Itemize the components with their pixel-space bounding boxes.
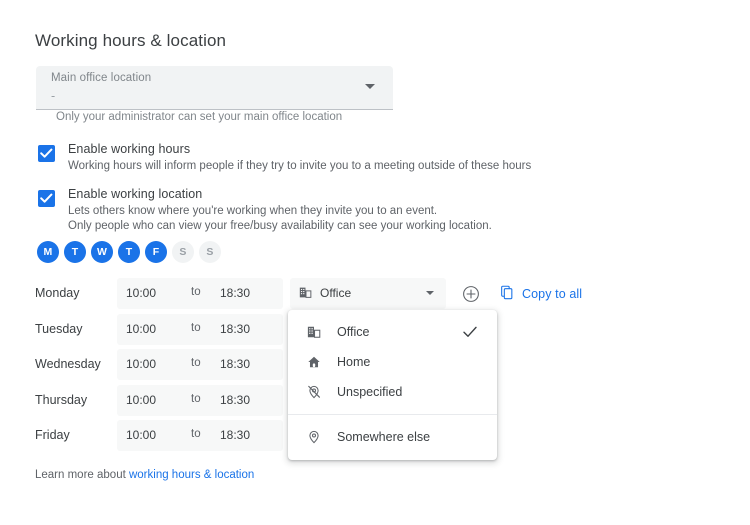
to-label: to [191, 357, 201, 369]
enable-working-location-description-2: Only people who can view your free/busy … [68, 220, 492, 232]
learn-more-prefix: Learn more about [35, 469, 129, 481]
working-hours-location-page: Working hours & location Main office loc… [0, 0, 750, 525]
menu-item-office[interactable]: Office [288, 317, 497, 347]
working-location-value: Office [320, 286, 352, 300]
working-location-menu: Office Home Unspecified Somewhere else [288, 310, 497, 460]
main-office-location-select[interactable]: Main office location - [36, 66, 393, 110]
time-range-field[interactable]: 10:00 to 18:30 [117, 420, 283, 451]
copy-to-all-button[interactable]: Copy to all [500, 285, 582, 303]
working-hours-location-link[interactable]: working hours & location [129, 469, 254, 481]
enable-working-hours-checkbox[interactable] [38, 145, 55, 162]
to-label: to [191, 392, 201, 405]
end-time-input[interactable]: 18:30 [220, 357, 250, 371]
to-label: to [191, 321, 201, 334]
copy-icon [500, 285, 515, 303]
time-range-field[interactable]: 10:00 to 18:30 [117, 349, 283, 380]
copy-to-all-label: Copy to all [522, 287, 583, 301]
day-chip-thursday[interactable]: T [118, 241, 140, 263]
menu-divider [288, 414, 497, 415]
enable-working-location-description-1: Lets others know where you're working wh… [68, 205, 438, 217]
check-icon [463, 325, 477, 343]
enable-working-hours-texts: Enable working hours Working hours will … [68, 141, 531, 174]
enable-working-hours-title: Enable working hours [68, 142, 191, 156]
start-time-input[interactable]: 10:00 [126, 357, 156, 371]
office-building-icon [299, 286, 312, 304]
day-label: Wednesday [35, 357, 101, 371]
day-label: Thursday [35, 392, 88, 407]
time-range-field[interactable]: 10:00 to 18:30 [117, 278, 283, 309]
menu-item-label: Unspecified [337, 385, 403, 399]
page-title: Working hours & location [35, 31, 227, 50]
end-time-input[interactable]: 18:30 [220, 428, 250, 442]
main-office-location-hint: Only your administrator can set your mai… [56, 111, 343, 123]
day-chip-friday[interactable]: F [145, 241, 167, 263]
day-chip-sunday[interactable]: S [199, 241, 221, 263]
main-office-location-label: Main office location [51, 72, 152, 84]
day-label: Monday [35, 286, 80, 300]
to-label: to [191, 286, 201, 298]
location-off-icon [305, 385, 323, 399]
footer-learn-more: Learn more about working hours & locatio… [35, 469, 254, 481]
day-label: Friday [35, 428, 70, 442]
start-time-input[interactable]: 10:00 [126, 393, 156, 407]
location-pin-icon [305, 430, 323, 444]
enable-working-location-title: Enable working location [68, 187, 203, 201]
menu-item-unspecified[interactable]: Unspecified [288, 377, 497, 407]
check-icon [40, 193, 53, 203]
start-time-input[interactable]: 10:00 [126, 428, 156, 442]
enable-working-hours-description: Working hours will inform people if they… [68, 160, 532, 172]
end-time-input[interactable]: 18:30 [220, 322, 250, 336]
day-chips: M T W T F S S [37, 241, 221, 263]
time-range-field[interactable]: 10:00 to 18:30 [117, 384, 283, 416]
table-row: Monday 10:00 to 18:30 Office Copy to all [0, 278, 750, 314]
menu-item-home[interactable]: Home [288, 347, 497, 377]
add-time-block-button[interactable] [462, 285, 480, 308]
enable-working-location-checkbox[interactable] [38, 190, 55, 207]
day-chip-tuesday[interactable]: T [64, 241, 86, 263]
day-chip-saturday[interactable]: S [172, 241, 194, 263]
day-label: Tuesday [35, 321, 83, 336]
chevron-down-icon [426, 291, 434, 295]
start-time-input[interactable]: 10:00 [126, 286, 156, 300]
working-location-dropdown[interactable]: Office [290, 278, 446, 309]
menu-item-somewhere-else[interactable]: Somewhere else [288, 422, 497, 452]
check-icon [40, 148, 53, 158]
home-icon [305, 355, 323, 369]
menu-item-label: Somewhere else [337, 430, 431, 444]
end-time-input[interactable]: 18:30 [220, 393, 250, 407]
menu-item-label: Home [337, 355, 371, 369]
start-time-input[interactable]: 10:00 [126, 322, 156, 336]
office-building-icon [305, 325, 323, 339]
day-chip-monday[interactable]: M [37, 241, 59, 263]
to-label: to [191, 428, 201, 440]
enable-working-location-texts: Enable working location Lets others know… [68, 186, 492, 234]
time-range-field[interactable]: 10:00 to 18:30 [117, 313, 283, 345]
day-chip-wednesday[interactable]: W [91, 241, 113, 263]
menu-item-label: Office [337, 325, 370, 339]
end-time-input[interactable]: 18:30 [220, 286, 250, 300]
chevron-down-icon [365, 84, 375, 89]
main-office-location-value: - [51, 89, 56, 103]
